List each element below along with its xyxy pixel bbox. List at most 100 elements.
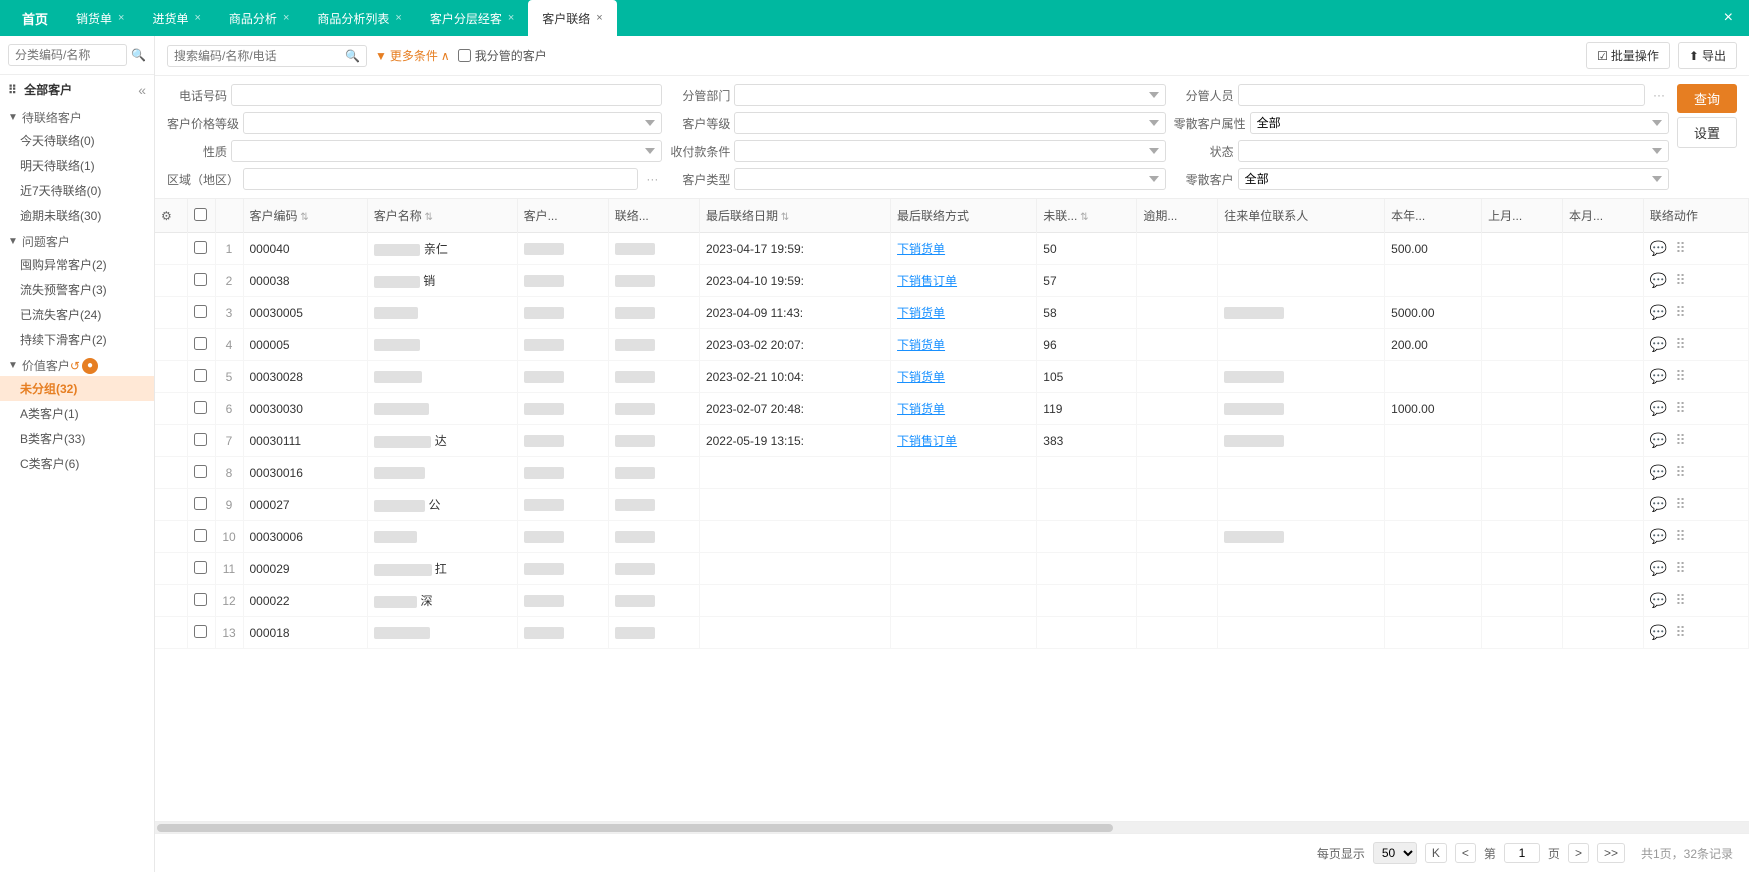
contact-method-link[interactable]: 下销货单 [897, 402, 945, 416]
per-page-select[interactable]: 50 [1373, 842, 1417, 864]
contact-method-link[interactable]: 下销货单 [897, 242, 945, 256]
row-last-contact-method[interactable] [891, 617, 1037, 649]
comment-icon[interactable]: 💬 [1650, 400, 1667, 417]
batch-ops-button[interactable]: ☑ 批量操作 [1586, 42, 1670, 69]
close-customer-contact-tab-icon[interactable]: × [596, 12, 602, 24]
row-checkbox[interactable] [194, 625, 207, 638]
nature-select[interactable] [231, 140, 662, 162]
row-checkbox[interactable] [194, 593, 207, 606]
grid-action-icon[interactable]: ⠿ [1675, 240, 1685, 257]
row-checkbox[interactable] [194, 241, 207, 254]
grid-action-icon[interactable]: ⠿ [1675, 304, 1685, 321]
refresh-icon[interactable]: ↺ [70, 359, 80, 373]
grid-action-icon[interactable]: ⠿ [1675, 368, 1685, 385]
row-checkbox-cell[interactable] [187, 489, 215, 521]
payment-select[interactable] [734, 140, 1165, 162]
sidebar-item-churn-warning[interactable]: 流失预警客户(3) [0, 277, 154, 302]
row-checkbox-cell[interactable] [187, 617, 215, 649]
collapse-button[interactable]: « [138, 82, 146, 98]
contact-method-link[interactable]: 下销货单 [897, 338, 945, 352]
grid-action-icon[interactable]: ⠿ [1675, 592, 1685, 609]
row-checkbox[interactable] [194, 369, 207, 382]
toolbar-search-input[interactable] [174, 49, 345, 63]
col-settings[interactable]: ⚙ [155, 199, 187, 233]
person-more-icon[interactable]: ··· [1649, 88, 1669, 102]
first-page-button[interactable]: K [1425, 843, 1447, 863]
row-checkbox-cell[interactable] [187, 457, 215, 489]
grid-action-icon[interactable]: ⠿ [1675, 528, 1685, 545]
comment-icon[interactable]: 💬 [1650, 304, 1667, 321]
grid-action-icon[interactable]: ⠿ [1675, 400, 1685, 417]
sidebar-item-class-c[interactable]: C类客户(6) [0, 451, 154, 476]
sidebar-search-input[interactable] [8, 44, 127, 66]
close-product-analysis-tab-icon[interactable]: × [283, 12, 289, 24]
region-input[interactable] [243, 168, 638, 190]
grid-action-icon[interactable]: ⠿ [1675, 272, 1685, 289]
status-select[interactable] [1238, 140, 1669, 162]
row-checkbox[interactable] [194, 529, 207, 542]
nav-tab-customer-tier[interactable]: 客户分层经客 × [416, 0, 528, 36]
col-customer-type[interactable]: 客户... [517, 199, 608, 233]
row-checkbox[interactable] [194, 305, 207, 318]
next-page-button[interactable]: > [1568, 843, 1589, 863]
row-checkbox[interactable] [194, 337, 207, 350]
reset-button[interactable]: 设置 [1677, 117, 1737, 148]
row-checkbox[interactable] [194, 273, 207, 286]
sidebar-item-declining[interactable]: 持续下滑客户(2) [0, 327, 154, 352]
horizontal-scrollbar[interactable] [155, 821, 1749, 833]
row-last-contact-method[interactable]: 下销货单 [891, 297, 1037, 329]
sidebar-item-class-a[interactable]: A类客户(1) [0, 401, 154, 426]
grid-action-icon[interactable]: ⠿ [1675, 560, 1685, 577]
sidebar-item-churned[interactable]: 已流失客户(24) [0, 302, 154, 327]
comment-icon[interactable]: 💬 [1650, 464, 1667, 481]
sidebar-all-customers[interactable]: ⠿ 全部客户 « [0, 75, 154, 104]
row-checkbox[interactable] [194, 465, 207, 478]
row-checkbox-cell[interactable] [187, 329, 215, 361]
sidebar-item-class-b[interactable]: B类客户(33) [0, 426, 154, 451]
nav-tab-sales[interactable]: 销货单 × [62, 0, 138, 36]
window-close-button[interactable]: × [1716, 9, 1741, 27]
row-checkbox-cell[interactable] [187, 297, 215, 329]
query-button[interactable]: 查询 [1677, 84, 1737, 113]
row-last-contact-method[interactable] [891, 585, 1037, 617]
customer-type-select[interactable] [734, 168, 1165, 190]
col-overdue[interactable]: 逾期... [1137, 199, 1218, 233]
grid-action-icon[interactable]: ⠿ [1675, 496, 1685, 513]
grid-action-icon[interactable]: ⠿ [1675, 432, 1685, 449]
comment-icon[interactable]: 💬 [1650, 496, 1667, 513]
sidebar-item-ungroup[interactable]: 未分组(32) [0, 376, 154, 401]
grid-action-icon[interactable]: ⠿ [1675, 336, 1685, 353]
close-sales-tab-icon[interactable]: × [118, 12, 124, 24]
sidebar-item-today-pending[interactable]: 今天待联络(0) [0, 128, 154, 153]
row-checkbox[interactable] [194, 561, 207, 574]
comment-icon[interactable]: 💬 [1650, 528, 1667, 545]
col-last-month[interactable]: 上月... [1482, 199, 1563, 233]
col-this-month[interactable]: 本月... [1563, 199, 1644, 233]
nav-tab-product-analysis[interactable]: 商品分析 × [215, 0, 303, 36]
row-checkbox[interactable] [194, 433, 207, 446]
retail-customer-select[interactable]: 全部 [1238, 168, 1669, 190]
row-last-contact-method[interactable]: 下销货单 [891, 393, 1037, 425]
comment-icon[interactable]: 💬 [1650, 240, 1667, 257]
sidebar-item-overdue-pending[interactable]: 逾期未联络(30) [0, 203, 154, 228]
toolbar-search-icon[interactable]: 🔍 [345, 49, 360, 63]
export-button[interactable]: ⬆ 导出 [1678, 42, 1737, 69]
row-last-contact-method[interactable]: 下销货单 [891, 361, 1037, 393]
contact-method-link[interactable]: 下销售订单 [897, 274, 957, 288]
nav-tab-product-list[interactable]: 商品分析列表 × [303, 0, 415, 36]
grid-action-icon[interactable]: ⠿ [1675, 464, 1685, 481]
region-more-icon[interactable]: ··· [642, 172, 662, 186]
row-checkbox-cell[interactable] [187, 553, 215, 585]
row-checkbox-cell[interactable] [187, 425, 215, 457]
nav-tab-purchase[interactable]: 进货单 × [138, 0, 214, 36]
row-checkbox[interactable] [194, 497, 207, 510]
col-last-contact-method[interactable]: 最后联络方式 [891, 199, 1037, 233]
price-grade-select[interactable] [243, 112, 662, 134]
comment-icon[interactable]: 💬 [1650, 624, 1667, 641]
my-customers-filter[interactable]: 我分管的客户 [458, 47, 547, 64]
page-number-input[interactable] [1504, 843, 1540, 863]
sidebar-item-tomorrow-pending[interactable]: 明天待联络(1) [0, 153, 154, 178]
row-last-contact-method[interactable]: 下销货单 [891, 329, 1037, 361]
row-last-contact-method[interactable]: 下销售订单 [891, 425, 1037, 457]
comment-icon[interactable]: 💬 [1650, 432, 1667, 449]
